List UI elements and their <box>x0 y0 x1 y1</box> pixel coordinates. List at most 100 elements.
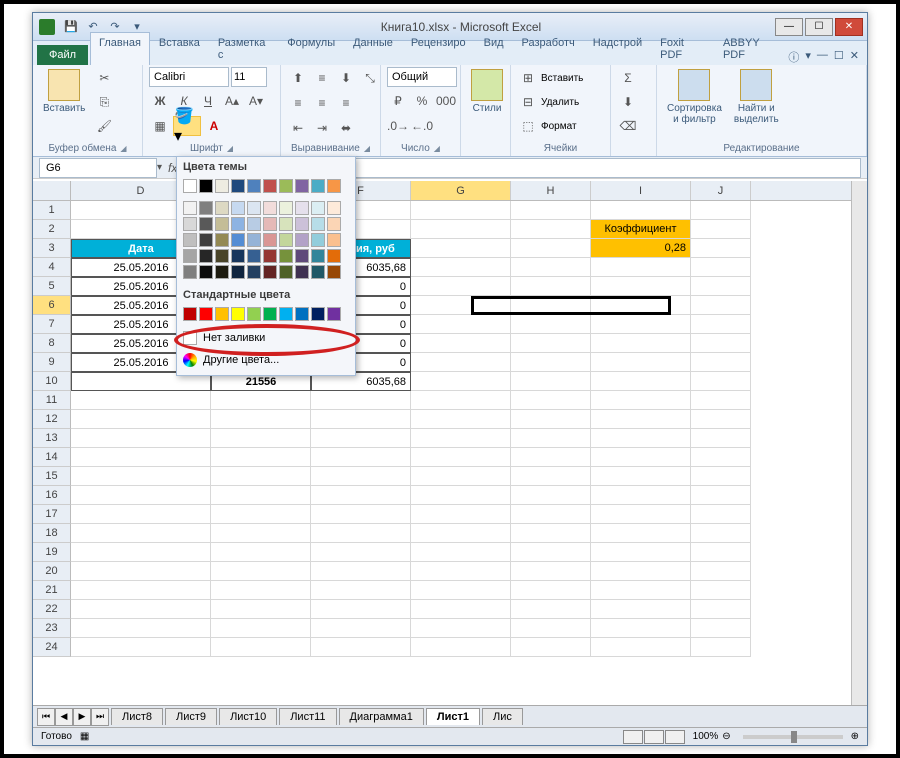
cell[interactable] <box>511 201 591 220</box>
cell[interactable] <box>411 562 511 581</box>
ribbon-tab-7[interactable]: Разработч <box>513 32 584 65</box>
color-swatch[interactable] <box>263 201 277 215</box>
cell[interactable] <box>511 353 591 372</box>
color-swatch[interactable] <box>279 307 293 321</box>
row-head-11[interactable]: 11 <box>33 391 71 410</box>
cell[interactable] <box>691 486 751 505</box>
sheet-tab-Лист1[interactable]: Лист1 <box>426 708 480 725</box>
namebox-dropdown[interactable]: ▾ <box>157 162 162 173</box>
cell[interactable] <box>411 486 511 505</box>
shrink-font-button[interactable]: A▾ <box>245 90 267 112</box>
color-swatch[interactable] <box>183 307 197 321</box>
cell[interactable] <box>411 334 511 353</box>
color-swatch[interactable] <box>295 265 309 279</box>
autosum-button[interactable]: Σ <box>617 67 639 89</box>
cell[interactable] <box>411 315 511 334</box>
cell[interactable] <box>71 391 211 410</box>
format-cells[interactable]: Формат <box>541 121 577 132</box>
cell[interactable] <box>411 429 511 448</box>
cell[interactable] <box>511 372 591 391</box>
cell[interactable]: Коэффициент <box>591 220 691 239</box>
font-launcher[interactable]: ◢ <box>227 144 233 153</box>
ribbon-tab-1[interactable]: Вставка <box>150 32 209 65</box>
cell[interactable] <box>211 600 311 619</box>
align-right[interactable]: ≡ <box>335 92 357 114</box>
cell[interactable] <box>591 505 691 524</box>
cell[interactable] <box>311 391 411 410</box>
color-swatch[interactable] <box>215 217 229 231</box>
cell[interactable] <box>211 581 311 600</box>
percent-button[interactable]: % <box>411 90 433 112</box>
align-mid[interactable]: ≡ <box>311 67 333 89</box>
sheet-tab-Лист10[interactable]: Лист10 <box>219 708 277 725</box>
doc-close[interactable]: ✕ <box>850 49 859 65</box>
cell[interactable] <box>511 638 591 657</box>
cell[interactable] <box>591 638 691 657</box>
sheet-nav-last[interactable]: ⏭ <box>91 708 109 726</box>
close-button[interactable]: ✕ <box>835 18 863 36</box>
color-swatch[interactable] <box>295 201 309 215</box>
delete-cells[interactable]: Удалить <box>541 97 579 108</box>
color-swatch[interactable] <box>247 179 261 193</box>
cell[interactable] <box>411 296 511 315</box>
row-head-1[interactable]: 1 <box>33 201 71 220</box>
cell[interactable] <box>691 296 751 315</box>
cell[interactable] <box>71 600 211 619</box>
macro-icon[interactable]: ▦ <box>80 731 89 742</box>
color-swatch[interactable] <box>327 233 341 247</box>
save-button[interactable]: 💾 <box>61 17 81 37</box>
find-select-button[interactable]: Найти и выделить <box>730 67 783 127</box>
sheet-nav-next[interactable]: ▶ <box>73 708 91 726</box>
sheet-tab-Лист8[interactable]: Лист8 <box>111 708 163 725</box>
cell[interactable] <box>411 543 511 562</box>
styles-button[interactable]: Стили <box>467 67 507 116</box>
cell[interactable] <box>591 600 691 619</box>
cell[interactable] <box>691 467 751 486</box>
cell[interactable] <box>411 277 511 296</box>
cell[interactable] <box>691 334 751 353</box>
ribbon-tab-0[interactable]: Главная <box>90 32 150 65</box>
color-swatch[interactable] <box>311 201 325 215</box>
color-swatch[interactable] <box>247 217 261 231</box>
cell[interactable] <box>71 543 211 562</box>
bold-button[interactable]: Ж <box>149 90 171 112</box>
cell[interactable] <box>511 220 591 239</box>
color-swatch[interactable] <box>279 265 293 279</box>
color-swatch[interactable] <box>263 217 277 231</box>
no-fill-item[interactable]: Нет заливки <box>177 327 355 349</box>
border-button[interactable]: ▦ <box>149 115 171 137</box>
align-launcher[interactable]: ◢ <box>364 144 370 153</box>
cell[interactable] <box>511 334 591 353</box>
cell[interactable] <box>311 600 411 619</box>
color-swatch[interactable] <box>199 249 213 263</box>
row-head-6[interactable]: 6 <box>33 296 71 315</box>
color-swatch[interactable] <box>199 307 213 321</box>
select-all-corner[interactable] <box>33 181 71 200</box>
color-swatch[interactable] <box>295 217 309 231</box>
row-head-3[interactable]: 3 <box>33 239 71 258</box>
color-swatch[interactable] <box>263 233 277 247</box>
format-painter-button[interactable]: 🖌 <box>93 115 115 137</box>
ribbon-tab-9[interactable]: Foxit PDF <box>651 32 714 65</box>
cell[interactable] <box>411 372 511 391</box>
cell[interactable] <box>211 619 311 638</box>
clipboard-launcher[interactable]: ◢ <box>120 144 126 153</box>
cell[interactable] <box>591 410 691 429</box>
color-swatch[interactable] <box>231 217 245 231</box>
ribbon-tab-3[interactable]: Формулы <box>278 32 344 65</box>
row-head-4[interactable]: 4 <box>33 258 71 277</box>
cell[interactable] <box>511 543 591 562</box>
cell[interactable] <box>691 201 751 220</box>
color-swatch[interactable] <box>311 233 325 247</box>
color-swatch[interactable] <box>295 233 309 247</box>
cell[interactable] <box>411 201 511 220</box>
color-swatch[interactable] <box>183 249 197 263</box>
color-swatch[interactable] <box>231 249 245 263</box>
inc-dec-button[interactable]: .0→ <box>387 115 409 137</box>
cell[interactable] <box>511 619 591 638</box>
color-swatch[interactable] <box>183 201 197 215</box>
cell[interactable] <box>311 619 411 638</box>
cell[interactable] <box>591 315 691 334</box>
cell[interactable] <box>591 353 691 372</box>
indent-inc[interactable]: ⇥ <box>311 117 333 139</box>
